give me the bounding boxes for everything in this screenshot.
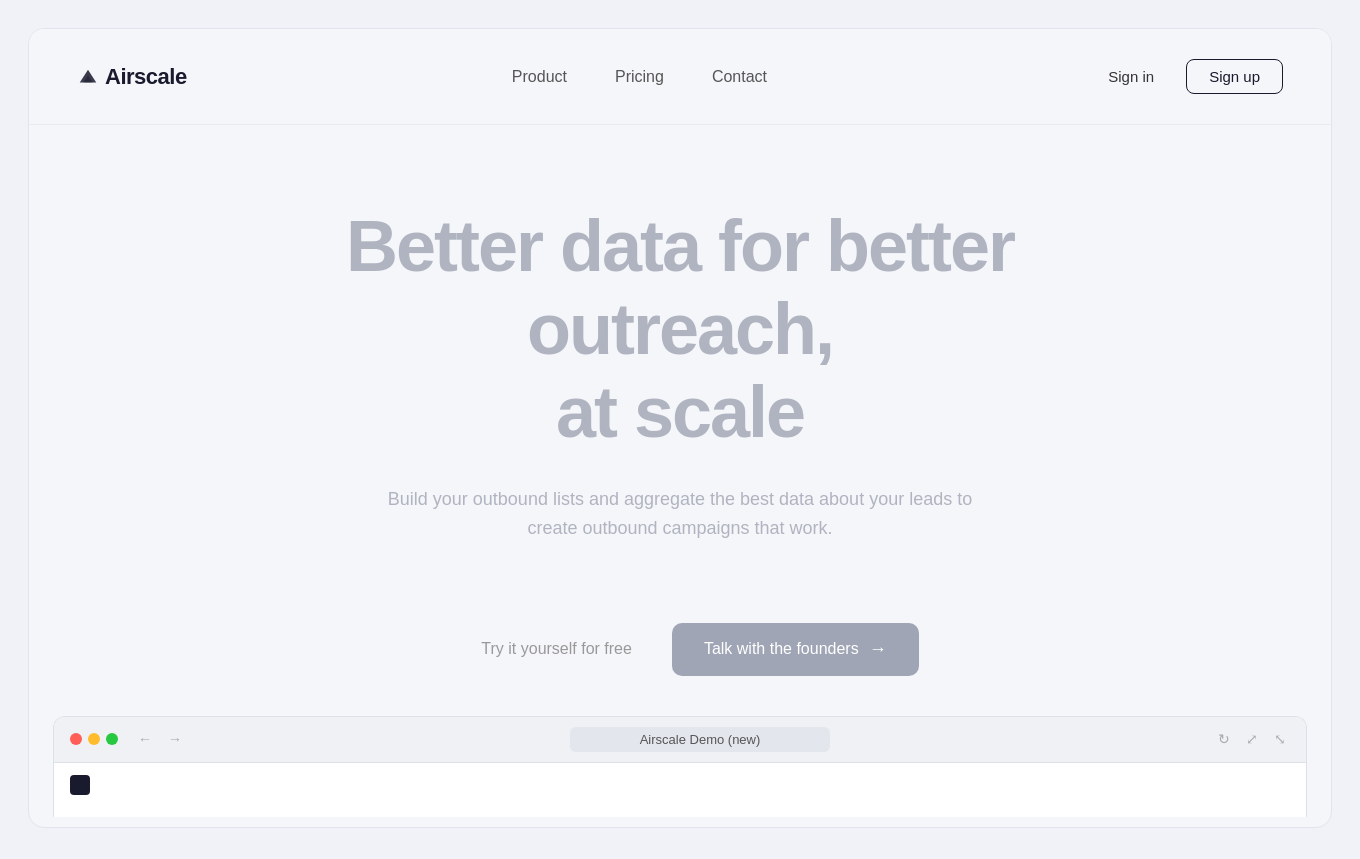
outer-wrapper: Airscale Product Pricing Contact Sign in… [0, 0, 1360, 859]
browser-actions: ↻ ⤢ ⤡ [1214, 729, 1290, 749]
browser-mockup: ← → Airscale Demo (new) ↻ ⤢ ⤡ [53, 716, 1307, 817]
arrow-icon: → [869, 639, 887, 660]
talk-founders-label: Talk with the founders [704, 640, 859, 658]
address-text[interactable]: Airscale Demo (new) [570, 727, 830, 752]
traffic-lights [70, 733, 118, 745]
try-free-button[interactable]: Try it yourself for free [441, 624, 672, 674]
logo-icon [77, 66, 99, 88]
nav-actions: Sign in Sign up [1092, 59, 1283, 94]
hero-title-line1: Better data for better outreach, [346, 206, 1014, 369]
browser-nav: ← → [134, 729, 186, 749]
fullscreen-button[interactable]: ⤡ [1270, 729, 1290, 749]
maximize-dot[interactable] [106, 733, 118, 745]
minimize-dot[interactable] [88, 733, 100, 745]
logo-text: Airscale [105, 64, 187, 90]
nav-contact[interactable]: Contact [712, 68, 767, 86]
close-dot[interactable] [70, 733, 82, 745]
browser-address-bar: Airscale Demo (new) [198, 727, 1202, 752]
nav-product[interactable]: Product [512, 68, 567, 86]
signup-button[interactable]: Sign up [1186, 59, 1283, 94]
main-card: Airscale Product Pricing Contact Sign in… [28, 28, 1332, 828]
hero-subtitle: Build your outbound lists and aggregate … [380, 485, 980, 543]
forward-button[interactable]: → [164, 729, 186, 749]
talk-founders-button[interactable]: Talk with the founders → [672, 623, 919, 676]
signin-button[interactable]: Sign in [1092, 60, 1170, 93]
browser-bar: ← → Airscale Demo (new) ↻ ⤢ ⤡ [54, 717, 1306, 763]
refresh-button[interactable]: ↻ [1214, 729, 1234, 749]
hero-title-line2: at scale [556, 372, 804, 452]
external-link-button[interactable]: ⤢ [1242, 729, 1262, 749]
cta-row: Try it yourself for free Talk with the f… [441, 623, 918, 676]
nav-pricing[interactable]: Pricing [615, 68, 664, 86]
browser-content [54, 763, 1306, 817]
logo-link[interactable]: Airscale [77, 64, 187, 90]
back-button[interactable]: ← [134, 729, 156, 749]
navbar: Airscale Product Pricing Contact Sign in… [29, 29, 1331, 125]
nav-links: Product Pricing Contact [512, 68, 767, 86]
hero-title: Better data for better outreach, at scal… [230, 205, 1130, 453]
hero-section: Better data for better outreach, at scal… [29, 125, 1331, 676]
browser-favicon [70, 775, 90, 795]
